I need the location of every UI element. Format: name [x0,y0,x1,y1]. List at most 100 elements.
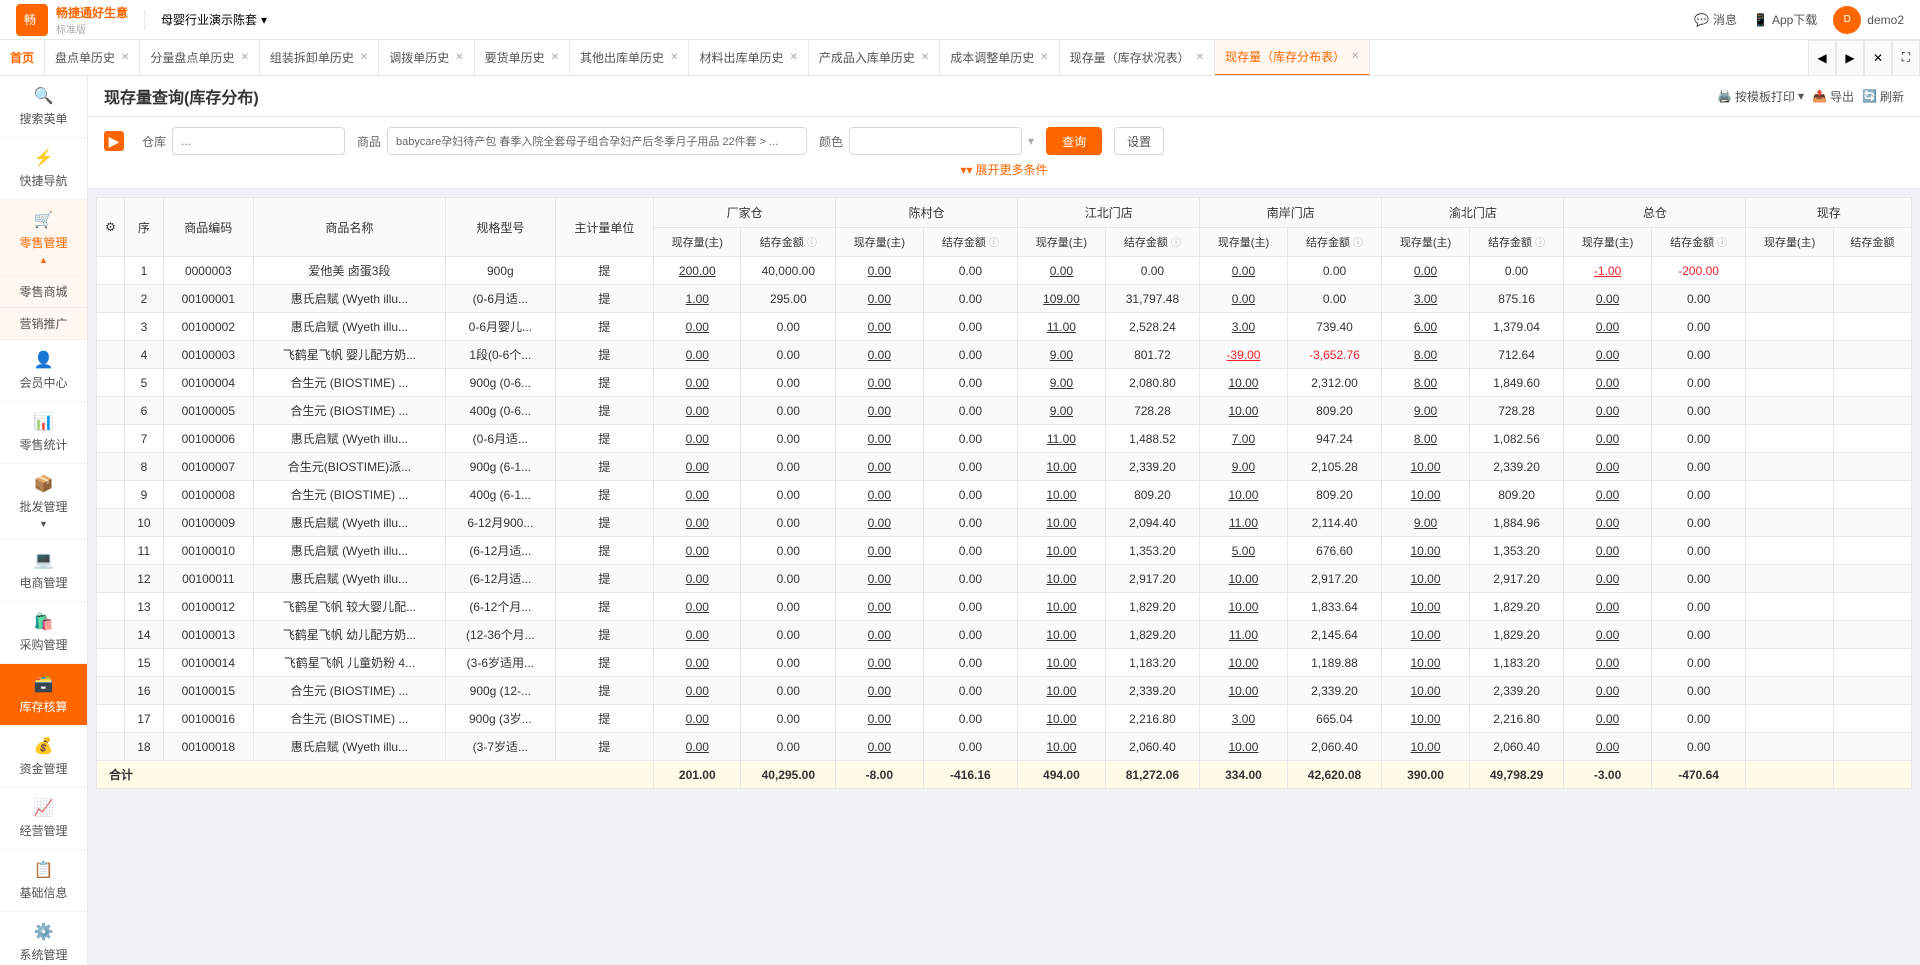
sidebar-item-wholesale[interactable]: 📦 批发管理 ▼ [0,464,87,540]
close-tab-8[interactable]: ✕ [921,52,929,63]
tab-other-out[interactable]: 其他出库单历史 ✕ [570,40,689,76]
chevron-down-icon: ▾ [261,13,267,27]
close-tab-10[interactable]: ✕ [1196,52,1204,63]
sidebar-item-ecommerce[interactable]: 💻 电商管理 [0,540,87,602]
tab-stock-status[interactable]: 现存量（库存状况表） ✕ [1060,40,1215,76]
table-row: 700100006惠氏启赋 (Wyeth illu...(0-6月适...提0.… [97,425,1912,453]
filter-color: 颜色 ▾ [819,127,1034,155]
basic-icon: 📋 [34,860,54,880]
avatar: D [1833,6,1861,34]
close-tab-7[interactable]: ✕ [789,52,797,63]
th-spec: 规格型号 [446,198,556,257]
color-dropdown-icon: ▾ [1028,134,1034,148]
th-f-amt: 结存金额 ⓘ [741,228,836,257]
info-icon-4[interactable]: ⓘ [1353,238,1363,249]
industry-selector[interactable]: 母婴行业演示陈套 ▾ [161,11,267,28]
query-btn[interactable]: 查询 [1046,127,1102,155]
sidebar-item-member[interactable]: 👤 会员中心 [0,340,87,402]
close-tab-5[interactable]: ✕ [551,52,559,63]
summary-ch-amt: -416.16 [923,761,1018,789]
tab-requisition[interactable]: 要货单历史 ✕ [475,40,570,76]
tab-close-btn[interactable]: ✕ [1864,40,1892,76]
sidebar-item-retail-mall[interactable]: 零售商城 [0,276,87,308]
summary-jb-amt: 81,272.06 [1105,761,1200,789]
divider [144,10,145,30]
th-settings[interactable]: ⚙ [97,198,125,257]
table-row: 300100002惠氏启赋 (Wyeth illu...0-6月婴儿...提0.… [97,313,1912,341]
table-footer: 合计 201.00 40,295.00 -8.00 -416.16 494.00… [97,761,1912,789]
message-icon: 💬 [1694,13,1709,27]
summary-ch-qty: -8.00 [836,761,923,789]
tab-cost-adjust[interactable]: 成本调整单历史 ✕ [940,40,1059,76]
info-icon-2[interactable]: ⓘ [989,238,999,249]
tab-sub-inventory[interactable]: 分量盘点单历史 ✕ [140,40,259,76]
th-yubeimen: 渝北门店 [1382,198,1564,228]
summary-yb-amt: 49,798.29 [1469,761,1564,789]
tab-expand-btn[interactable]: ⛶ [1892,40,1920,76]
sidebar-item-purchase[interactable]: 🛍️ 采购管理 [0,602,87,664]
info-icon-5[interactable]: ⓘ [1535,238,1545,249]
summary-jb-qty: 494.00 [1018,761,1105,789]
tab-stock-dist[interactable]: 现存量（库存分布表） ✕ [1215,40,1370,76]
tab-combo-tear[interactable]: 组装拆卸单历史 ✕ [260,40,379,76]
close-tab-11[interactable]: ✕ [1351,51,1359,62]
warehouse-input[interactable] [172,127,345,155]
message-btn[interactable]: 💬 消息 [1694,11,1737,28]
settings-icon[interactable]: ⚙ [105,220,116,234]
th-goods-name: 商品名称 [253,198,445,257]
expand-conditions-btn[interactable]: ▾▾ 展开更多条件 [960,161,1047,178]
close-tab-2[interactable]: ✕ [240,52,248,63]
sidebar-item-marketing[interactable]: 营销推广 [0,308,87,340]
refresh-btn[interactable]: 🔄 刷新 [1862,88,1904,105]
tab-transfer[interactable]: 调拨单历史 ✕ [379,40,474,76]
tab-prev-btn[interactable]: ◀ [1808,40,1836,76]
close-tab-1[interactable]: ✕ [121,52,129,63]
topbar-right: 💬 消息 📱 App下载 D demo2 [1694,6,1904,34]
settings-btn[interactable]: 设置 [1114,127,1164,155]
sidebar-item-retail-mgmt[interactable]: 🛒 零售管理 ▲ [0,200,87,276]
user-area[interactable]: D demo2 [1833,6,1904,34]
info-icon-6[interactable]: ⓘ [1717,238,1727,249]
chevron-down-icon-wholesale: ▼ [39,519,48,529]
sidebar-item-system[interactable]: ⚙️ 系统管理 [0,912,87,965]
close-tab-3[interactable]: ✕ [360,52,368,63]
table-row: 1200100011惠氏启赋 (Wyeth illu...(6-12月适...提… [97,565,1912,593]
sidebar-item-quick-nav[interactable]: ⚡ 快捷导航 [0,138,87,200]
summary-f-amt: 40,295.00 [741,761,836,789]
th-jb-amt: 结存金额 ⓘ [1105,228,1200,257]
tab-product-in[interactable]: 产成品入库单历史 ✕ [809,40,940,76]
filter-row-expand: ▾▾ 展开更多条件 [104,155,1904,178]
sidebar-item-finance[interactable]: 💰 资金管理 [0,726,87,788]
close-tab-6[interactable]: ✕ [670,52,678,63]
table-row: 900100008合生元 (BIOSTIME) ...400g (6-1...提… [97,481,1912,509]
table-wrapper[interactable]: ⚙ 序 商品编码 商品名称 规格型号 主计量单位 厂家仓 陈村仓 江北门店 南岸… [96,197,1912,956]
close-tab-4[interactable]: ✕ [455,52,463,63]
close-tab-9[interactable]: ✕ [1040,52,1048,63]
table-row: 1500100014飞鹤星飞帆 儿童奶粉 4...(3-6岁适用...提0.00… [97,649,1912,677]
sidebar-item-retail-stats[interactable]: 📊 零售统计 [0,402,87,464]
sidebar-item-operation[interactable]: 📈 经营管理 [0,788,87,850]
th-nanan: 南岸门店 [1200,198,1382,228]
tab-inventory-check[interactable]: 盘点单历史 ✕ [45,40,140,76]
th-ch-amt: 结存金额 ⓘ [923,228,1018,257]
color-input[interactable] [849,127,1022,155]
info-icon-3[interactable]: ⓘ [1171,238,1181,249]
table-row: 1300100012飞鹤星飞帆 较大婴儿配...(6-12个月...提0.000… [97,593,1912,621]
system-icon: ⚙️ [34,922,54,942]
tab-next-btn[interactable]: ▶ [1836,40,1864,76]
filter-collapse-btn[interactable]: ▶ [104,131,124,151]
main-layout: 🔍 搜索英单 ⚡ 快捷导航 🛒 零售管理 ▲ 零售商城 营销推广 👤 会员中心 … [0,76,1920,965]
sidebar-item-basic[interactable]: 📋 基础信息 [0,850,87,912]
print-btn[interactable]: 🖨️ 按模板打印 ▾ [1717,88,1804,105]
sidebar-item-stock[interactable]: 🗃️ 库存核算 [0,664,87,726]
table-body: 10000003爱他美 卤蛋3段900g提200.0040,000.000.00… [97,257,1912,761]
export-btn[interactable]: 📤 导出 [1812,88,1854,105]
page-actions: 🖨️ 按模板打印 ▾ 📤 导出 🔄 刷新 [1717,88,1904,105]
info-icon-1[interactable]: ⓘ [807,238,817,249]
tab-material-out[interactable]: 材料出库单历史 ✕ [689,40,808,76]
tab-home[interactable]: 首页 [0,40,45,76]
sidebar-item-search[interactable]: 🔍 搜索英单 [0,76,87,138]
th-yb-amt: 结存金额 ⓘ [1469,228,1564,257]
app-download-btn[interactable]: 📱 App下载 [1753,11,1817,28]
search-icon: 🔍 [34,86,54,106]
